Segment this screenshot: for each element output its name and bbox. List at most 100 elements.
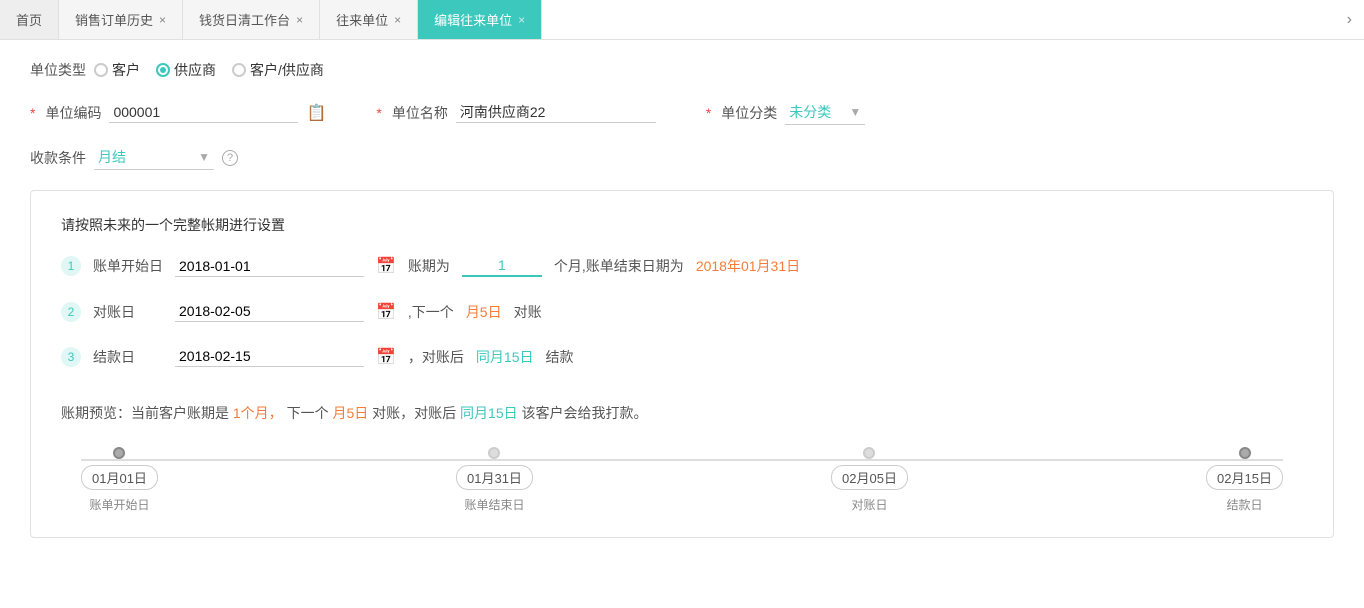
payment-date-input[interactable] xyxy=(175,346,364,367)
payment-highlight: 同月15日 xyxy=(476,347,534,367)
tab-partner[interactable]: 往来单位 × xyxy=(320,0,418,39)
setting-num-1: 1 xyxy=(61,256,81,276)
timeline-label-2: 账单结束日 xyxy=(464,496,524,513)
payment-terms-help-icon[interactable]: ? xyxy=(222,150,238,166)
setting-label-2: 对账日 xyxy=(93,302,163,322)
payment-terms-label: 收款条件 xyxy=(30,148,86,168)
settings-title: 请按照未来的一个完整帐期进行设置 xyxy=(61,215,1303,235)
timeline-label-3: 对账日 xyxy=(851,496,887,513)
tab-edit-partner-close[interactable]: × xyxy=(518,13,525,27)
unit-name-label: 单位名称 xyxy=(392,103,448,123)
account-start-date-input[interactable] xyxy=(175,256,364,277)
unit-class-select[interactable]: 未分类 ▼ xyxy=(785,100,865,125)
payment-terms-value: 月结 xyxy=(98,147,194,167)
tab-home[interactable]: 首页 xyxy=(0,0,59,39)
radio-customer-label: 客户 xyxy=(112,60,140,80)
setting-num-2: 2 xyxy=(61,302,81,322)
timeline-node-end: 02月15日 结款日 xyxy=(1206,447,1283,513)
reconcile-highlight: 月5日 xyxy=(466,302,502,322)
reconcile-note-prefix: ,下一个 xyxy=(408,302,454,322)
period-unit-label: 个月,账单结束日期为 xyxy=(554,256,684,276)
payment-note-prefix: ，对账后 xyxy=(408,347,464,367)
unit-code-input[interactable] xyxy=(109,102,298,123)
timeline-badge-4: 02月15日 xyxy=(1206,465,1283,490)
unit-code-star: * xyxy=(30,105,35,121)
unit-code-field: * 单位编码 📋 xyxy=(30,102,326,123)
reconcile-date-input[interactable] xyxy=(175,301,364,322)
unit-name-input[interactable] xyxy=(456,102,656,123)
timeline-badge-1: 01月01日 xyxy=(81,465,158,490)
unit-type-field: 单位类型 客户 供应商 客户/供应商 xyxy=(30,60,324,80)
tab-partner-close[interactable]: × xyxy=(394,13,401,27)
timeline-nodes: 01月01日 账单开始日 01月31日 账单结束日 02月05日 对账日 xyxy=(81,447,1283,513)
preview-payment-suffix: 该客户会给我打款。 xyxy=(522,405,648,421)
period-end-date: 2018年01月31日 xyxy=(696,256,800,276)
unit-class-value: 未分类 xyxy=(789,102,845,122)
setting-row-1: 1 账单开始日 📅 账期为 个月,账单结束日期为 2018年01月31日 xyxy=(61,255,1303,277)
unit-type-label: 单位类型 xyxy=(30,60,86,80)
settings-box: 请按照未来的一个完整帐期进行设置 1 账单开始日 📅 账期为 个月,账单结束日期… xyxy=(30,190,1334,538)
payment-terms-row: 收款条件 月结 ▼ ? xyxy=(30,145,1334,170)
radio-supplier-label: 供应商 xyxy=(174,60,216,80)
radio-both-circle xyxy=(232,63,246,77)
tab-edit-partner-label: 编辑往来单位 xyxy=(434,10,512,29)
period-label: 账期为 xyxy=(408,256,450,276)
radio-both[interactable]: 客户/供应商 xyxy=(232,60,324,80)
timeline-label-4: 结款日 xyxy=(1227,496,1263,513)
tab-bar: 首页 销售订单历史 × 钱货日清工作台 × 往来单位 × 编辑往来单位 × › xyxy=(0,0,1364,40)
setting-label-1: 账单开始日 xyxy=(93,256,163,276)
unit-code-label: 单位编码 xyxy=(45,103,101,123)
period-value-input[interactable] xyxy=(462,255,542,277)
setting-num-3: 3 xyxy=(61,347,81,367)
preview-period: 1个月， xyxy=(233,405,283,421)
preview-section: 账期预览：当前客户账期是 1个月， 下一个 月5日 对账，对账后 同月15日 该… xyxy=(61,391,1303,513)
radio-customer[interactable]: 客户 xyxy=(94,60,140,80)
timeline-node-2: 01月31日 账单结束日 xyxy=(456,447,533,513)
setting-row-2: 2 对账日 📅 ,下一个 月5日 对账 xyxy=(61,301,1303,322)
setting-row-3: 3 结款日 📅 ，对账后 同月15日 结款 xyxy=(61,346,1303,367)
preview-reconcile-highlight: 月5日 xyxy=(332,405,368,421)
tab-edit-partner[interactable]: 编辑往来单位 × xyxy=(418,0,542,39)
unit-class-star: * xyxy=(706,105,711,121)
preview-label: 账期预览：当前客户账期是 xyxy=(61,405,229,421)
unit-name-star: * xyxy=(376,105,381,121)
tab-sales-history-label: 销售订单历史 xyxy=(75,10,153,29)
unit-type-row: 单位类型 客户 供应商 客户/供应商 xyxy=(30,60,1334,80)
tab-cashier[interactable]: 钱货日清工作台 × xyxy=(183,0,320,39)
timeline-label-1: 账单开始日 xyxy=(89,496,149,513)
unit-class-label: 单位分类 xyxy=(721,103,777,123)
timeline-dot-start xyxy=(113,447,125,459)
tab-sales-history[interactable]: 销售订单历史 × xyxy=(59,0,183,39)
payment-terms-field: 收款条件 月结 ▼ ? xyxy=(30,145,238,170)
radio-customer-circle xyxy=(94,63,108,77)
timeline-node-3: 02月05日 对账日 xyxy=(831,447,908,513)
preview-text: 账期预览：当前客户账期是 1个月， 下一个 月5日 对账，对账后 同月15日 该… xyxy=(61,403,1303,423)
account-start-cal-icon[interactable]: 📅 xyxy=(376,256,396,276)
payment-terms-arrow-icon: ▼ xyxy=(198,150,210,164)
tab-scroll-arrow[interactable]: › xyxy=(1335,0,1364,39)
radio-supplier[interactable]: 供应商 xyxy=(156,60,216,80)
tab-sales-history-close[interactable]: × xyxy=(159,13,166,27)
unit-name-field: * 单位名称 xyxy=(376,102,655,123)
reconcile-note-suffix: 对账 xyxy=(514,302,542,322)
unit-class-field: * 单位分类 未分类 ▼ xyxy=(706,100,865,125)
timeline-wrapper: 01月01日 账单开始日 01月31日 账单结束日 02月05日 对账日 xyxy=(61,447,1303,513)
setting-label-3: 结款日 xyxy=(93,347,163,367)
payment-cal-icon[interactable]: 📅 xyxy=(376,347,396,367)
timeline-dot-3 xyxy=(863,447,875,459)
timeline-badge-3: 02月05日 xyxy=(831,465,908,490)
payment-terms-select[interactable]: 月结 ▼ xyxy=(94,145,214,170)
timeline-dot-end xyxy=(1239,447,1251,459)
tab-cashier-close[interactable]: × xyxy=(296,13,303,27)
reconcile-cal-icon[interactable]: 📅 xyxy=(376,302,396,322)
tab-partner-label: 往来单位 xyxy=(336,10,388,29)
unit-info-row: * 单位编码 📋 * 单位名称 * 单位分类 未分类 ▼ xyxy=(30,100,1334,125)
timeline-node-start: 01月01日 账单开始日 xyxy=(81,447,158,513)
tab-home-label: 首页 xyxy=(16,10,42,29)
unit-class-arrow-icon: ▼ xyxy=(849,105,861,119)
timeline-badge-2: 01月31日 xyxy=(456,465,533,490)
unit-code-copy-icon[interactable]: 📋 xyxy=(306,103,326,123)
main-content: 单位类型 客户 供应商 客户/供应商 * 单位编码 xyxy=(0,40,1364,608)
payment-note-suffix: 结款 xyxy=(546,347,574,367)
tab-cashier-label: 钱货日清工作台 xyxy=(199,10,290,29)
